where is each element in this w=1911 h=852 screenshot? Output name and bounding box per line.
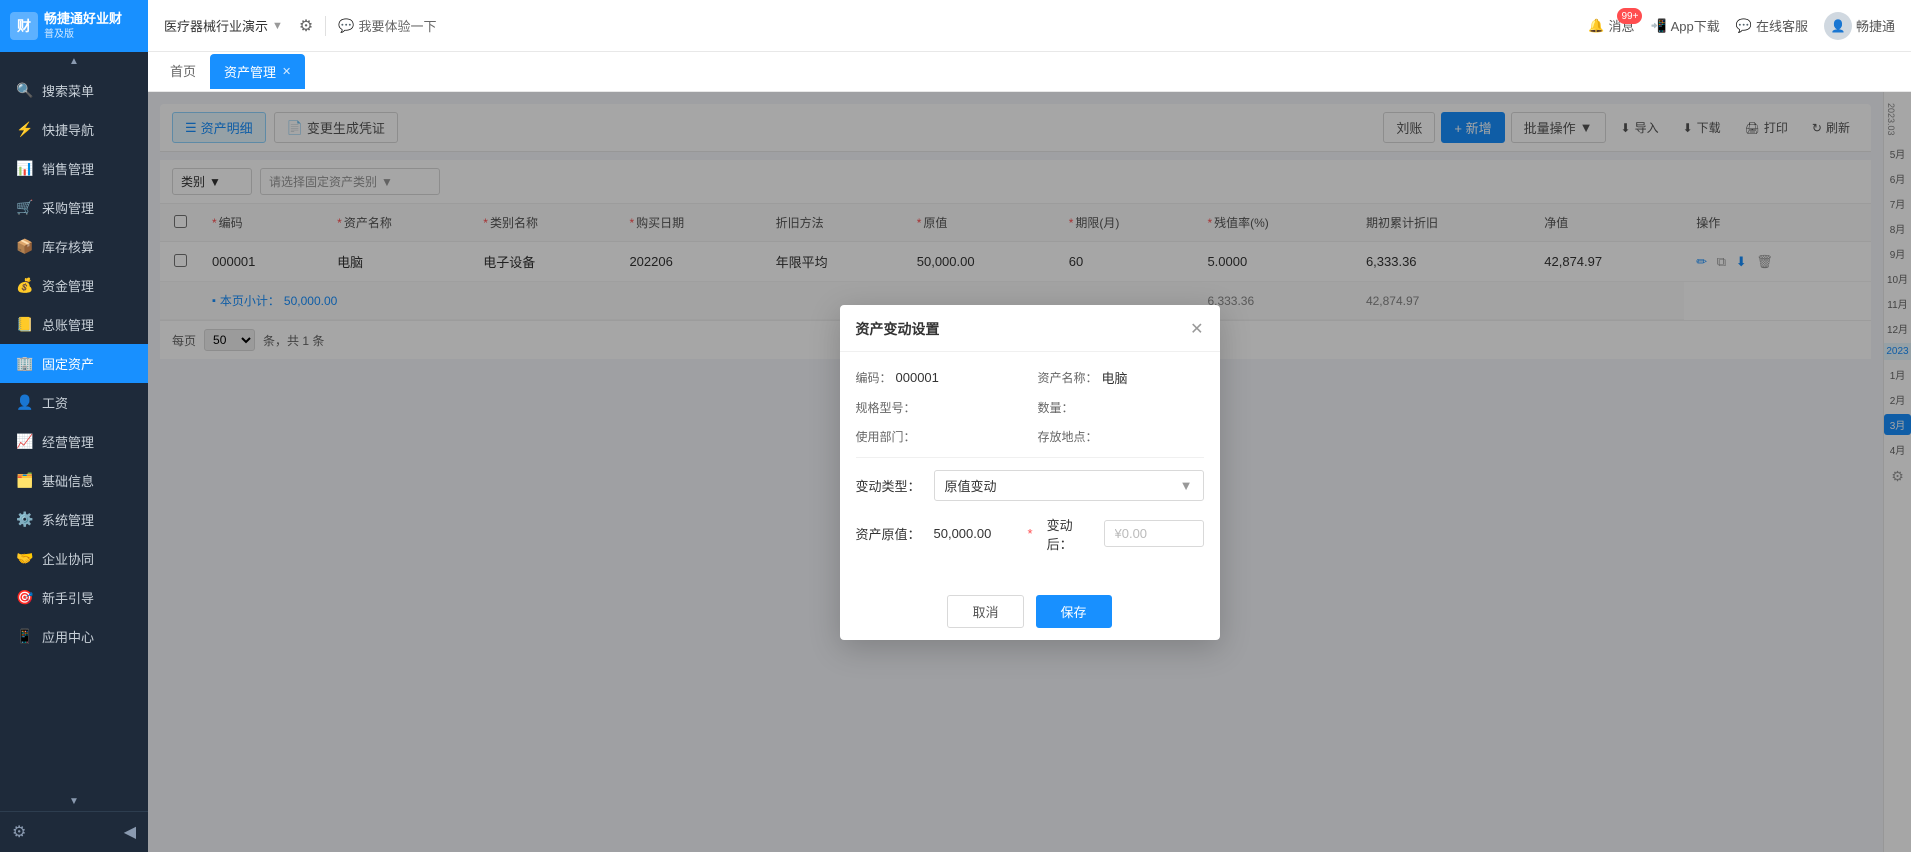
modal-code-field: 编码： 000001 xyxy=(856,368,1022,387)
feedback-icon: 💬 xyxy=(338,18,354,34)
sidebar-item-payroll[interactable]: 👤 工资 xyxy=(0,383,148,422)
collapse-icon[interactable]: ◀ xyxy=(124,822,136,842)
topbar: 医疗器械行业演示 ▼ ⚙ 💬 我要体验一下 🔔 消息 99+ 📲 App下载 💬… xyxy=(148,0,1911,52)
tab-home[interactable]: 首页 xyxy=(156,53,210,90)
modal-info-row2: 规格型号： 数量： xyxy=(856,399,1204,416)
notifications-btn[interactable]: 🔔 消息 99+ xyxy=(1588,16,1634,35)
modal-value-row: 资产原值： 50,000.00 * 变动后： xyxy=(856,515,1204,553)
company-dropdown-icon: ▼ xyxy=(272,20,283,32)
modal-divider xyxy=(856,457,1204,458)
save-button[interactable]: 保存 xyxy=(1036,595,1112,628)
after-change-input[interactable] xyxy=(1104,520,1204,547)
main-area: 医疗器械行业演示 ▼ ⚙ 💬 我要体验一下 🔔 消息 99+ 📲 App下载 💬… xyxy=(148,0,1911,852)
sidebar-item-capital[interactable]: 💰 资金管理 xyxy=(0,266,148,305)
modal-info-row1: 编码： 000001 资产名称： 电脑 xyxy=(856,368,1204,387)
inventory-icon: 📦 xyxy=(16,238,34,255)
cancel-button[interactable]: 取消 xyxy=(947,595,1023,628)
modal-info-row3: 使用部门： 存放地点： xyxy=(856,428,1204,445)
appstore-icon: 📱 xyxy=(16,628,34,645)
tab-assets[interactable]: 资产管理 ✕ xyxy=(210,54,305,89)
modal-name-field: 资产名称： 电脑 xyxy=(1038,368,1204,387)
logo-icon: 财 xyxy=(10,12,38,40)
assets-icon: 🏢 xyxy=(16,355,34,372)
topbar-right: 🔔 消息 99+ 📲 App下载 💬 在线客服 👤 畅捷通 xyxy=(1588,12,1895,40)
avatar: 👤 xyxy=(1824,12,1852,40)
sidebar-item-search[interactable]: 🔍 搜索菜单 xyxy=(0,71,148,110)
modal-close-icon[interactable]: ✕ xyxy=(1190,319,1203,339)
topbar-settings-icon[interactable]: ⚙ xyxy=(299,16,313,36)
change-type-dropdown-icon: ▼ xyxy=(1180,478,1193,493)
sidebar-item-purchase[interactable]: 🛒 采购管理 xyxy=(0,188,148,227)
company-name: 医疗器械行业演示 xyxy=(164,16,268,35)
purchase-icon: 🛒 xyxy=(16,199,34,216)
operations-icon: 📈 xyxy=(16,433,34,450)
modal-body: 编码： 000001 资产名称： 电脑 规格型号： xyxy=(840,352,1220,583)
asset-original-value: 50,000.00 xyxy=(934,526,1014,541)
app-name: 畅捷通好业财 xyxy=(44,11,122,28)
topbar-divider xyxy=(325,16,326,36)
system-icon: ⚙️ xyxy=(16,511,34,528)
basic-icon: 🗂️ xyxy=(16,472,34,489)
tabbar: 首页 资产管理 ✕ xyxy=(148,52,1911,92)
sidebar-item-system[interactable]: ⚙️ 系统管理 xyxy=(0,500,148,539)
tab-close-icon[interactable]: ✕ xyxy=(282,65,291,78)
settings-icon[interactable]: ⚙ xyxy=(12,822,26,842)
sidebar-item-assets[interactable]: 🏢 固定资产 xyxy=(0,344,148,383)
sidebar-item-ledger[interactable]: 📒 总账管理 xyxy=(0,305,148,344)
modal-code-value: 000001 xyxy=(896,370,939,385)
sidebar-item-operations[interactable]: 📈 经营管理 xyxy=(0,422,148,461)
sidebar-bottom: ⚙ ◀ xyxy=(0,811,148,852)
modal-change-type-row: 变动类型： 原值变动 ▼ xyxy=(856,470,1204,501)
company-selector[interactable]: 医疗器械行业演示 ▼ xyxy=(164,16,283,35)
modal-name-value: 电脑 xyxy=(1102,368,1128,387)
change-type-select[interactable]: 原值变动 ▼ xyxy=(934,470,1204,501)
bell-icon: 🔔 xyxy=(1588,18,1604,34)
sidebar-item-basic[interactable]: 🗂️ 基础信息 xyxy=(0,461,148,500)
modal-overlay: 资产变动设置 ✕ 编码： 000001 资产名称： 电脑 xyxy=(148,92,1911,852)
modal-location-field: 存放地点： xyxy=(1038,428,1204,445)
sidebar-nav: 🔍 搜索菜单 ⚡ 快捷导航 📊 销售管理 🛒 采购管理 📦 库存核算 💰 资金管… xyxy=(0,71,148,792)
sidebar: 财 畅捷通好业财 普及版 ▲ 🔍 搜索菜单 ⚡ 快捷导航 📊 销售管理 🛒 采购… xyxy=(0,0,148,852)
app-edition: 普及版 xyxy=(44,28,122,41)
service-icon: 💬 xyxy=(1736,18,1752,34)
guide-icon: 🎯 xyxy=(16,589,34,606)
sidebar-item-enterprise[interactable]: 🤝 企业协同 xyxy=(0,539,148,578)
modal-footer: 取消 保存 xyxy=(840,583,1220,640)
quicknav-icon: ⚡ xyxy=(16,121,34,138)
modal-header: 资产变动设置 ✕ xyxy=(840,305,1220,352)
modal-dept-field: 使用部门： xyxy=(856,428,1022,445)
asset-change-modal: 资产变动设置 ✕ 编码： 000001 资产名称： 电脑 xyxy=(840,305,1220,640)
sidebar-item-inventory[interactable]: 📦 库存核算 xyxy=(0,227,148,266)
modal-spec-field: 规格型号： xyxy=(856,399,1022,416)
content-area: ☰ 资产明细 📄 变更生成凭证 刘账 + 新增 批量操作 ▼ xyxy=(148,92,1911,852)
modal-title: 资产变动设置 xyxy=(856,319,940,339)
download-icon: 📲 xyxy=(1650,18,1666,34)
search-icon: 🔍 xyxy=(16,82,34,99)
service-btn[interactable]: 💬 在线客服 xyxy=(1736,16,1808,35)
modal-quantity-field: 数量： xyxy=(1038,399,1204,416)
sidebar-scroll-down[interactable]: ▼ xyxy=(0,792,148,811)
sidebar-scroll-up[interactable]: ▲ xyxy=(0,52,148,71)
sidebar-item-sales[interactable]: 📊 销售管理 xyxy=(0,149,148,188)
required-star: * xyxy=(1028,526,1033,541)
notification-badge: 99+ xyxy=(1617,8,1642,24)
after-change-label: 变动后： xyxy=(1047,515,1090,553)
capital-icon: 💰 xyxy=(16,277,34,294)
sales-icon: 📊 xyxy=(16,160,34,177)
user-menu[interactable]: 👤 畅捷通 xyxy=(1824,12,1895,40)
payroll-icon: 👤 xyxy=(16,394,34,411)
ledger-icon: 📒 xyxy=(16,316,34,333)
sidebar-item-appstore[interactable]: 📱 应用中心 xyxy=(0,617,148,656)
enterprise-icon: 🤝 xyxy=(16,550,34,567)
sidebar-item-quicknav[interactable]: ⚡ 快捷导航 xyxy=(0,110,148,149)
app-download-btn[interactable]: 📲 App下载 xyxy=(1650,16,1719,35)
app-logo: 财 畅捷通好业财 普及版 xyxy=(0,0,148,52)
sidebar-item-guide[interactable]: 🎯 新手引导 xyxy=(0,578,148,617)
feedback-btn[interactable]: 💬 我要体验一下 xyxy=(338,16,436,35)
